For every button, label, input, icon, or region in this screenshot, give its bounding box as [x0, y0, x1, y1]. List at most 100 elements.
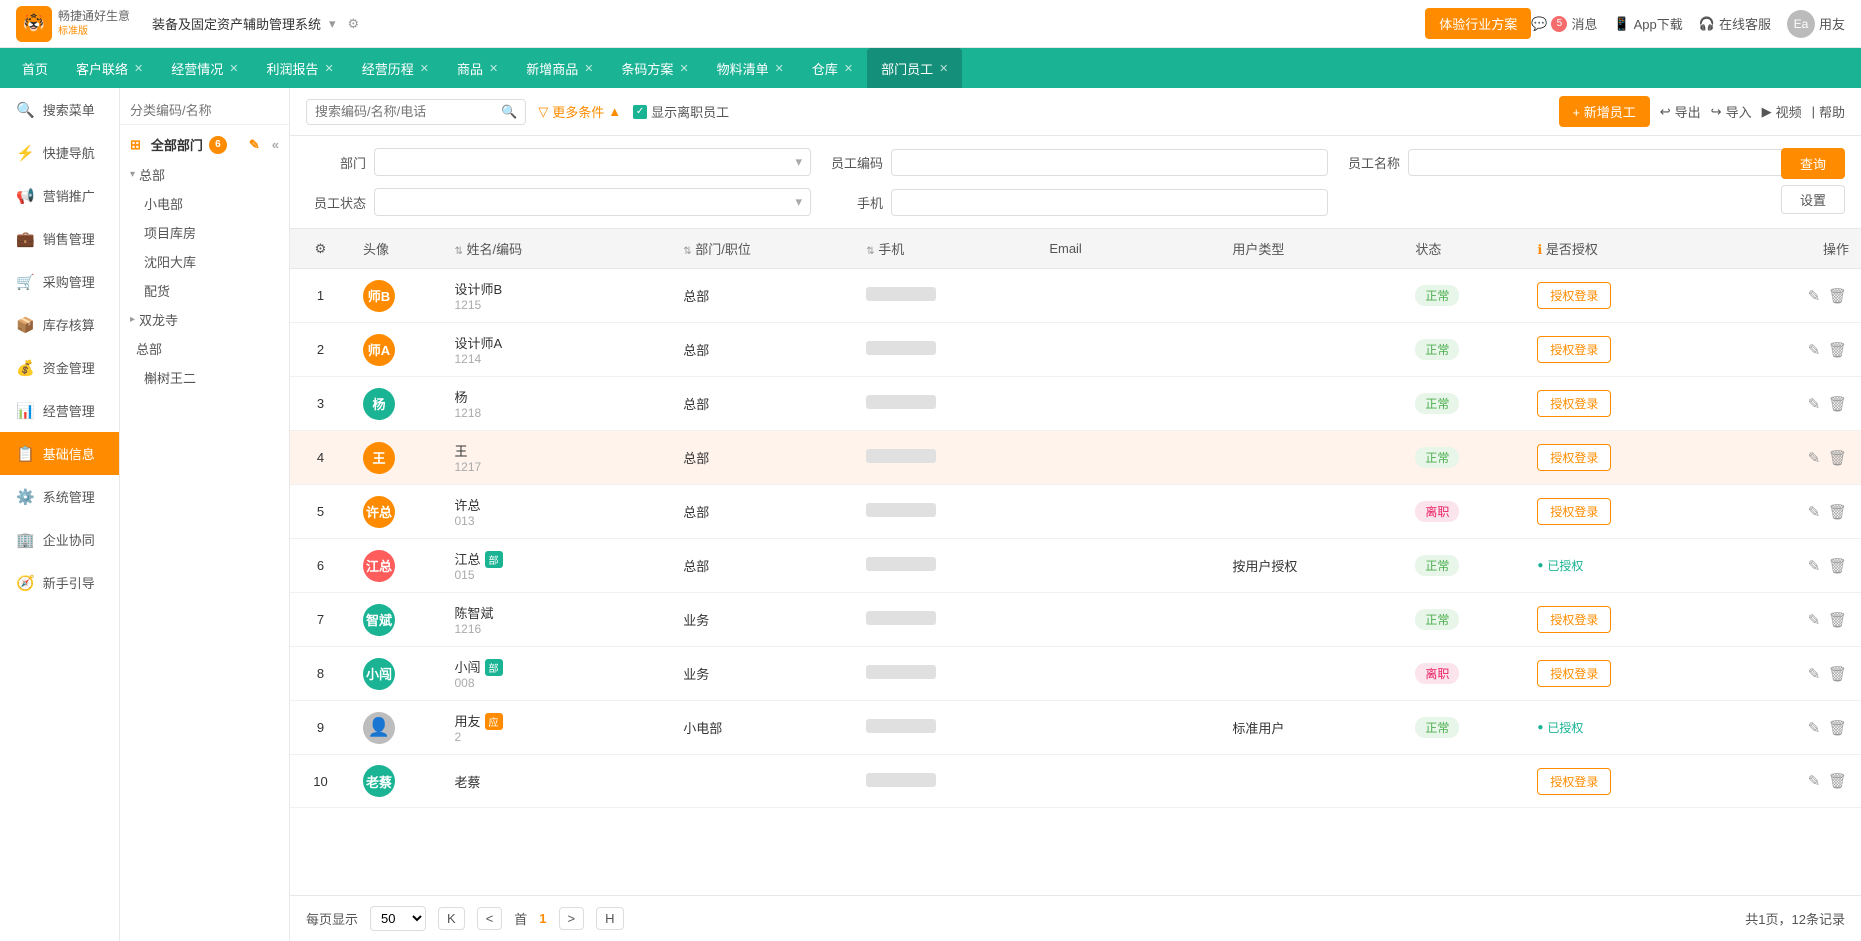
tab-addgoods[interactable]: 新增商品 ✕: [512, 48, 607, 88]
tab-addgoods-close[interactable]: ✕: [584, 62, 593, 75]
tab-process-close[interactable]: ✕: [420, 62, 429, 75]
sidebar-item-shortcut[interactable]: ⚡ 快捷导航: [0, 131, 119, 174]
tree-collapse-icon[interactable]: «: [272, 137, 279, 152]
tab-profit[interactable]: 利润报告 ✕: [252, 48, 347, 88]
delete-btn[interactable]: 🗑: [1828, 772, 1847, 790]
tree-node-shuanglongsi[interactable]: ▸ 双龙寺: [120, 305, 289, 334]
auth-login-btn[interactable]: 授权登录: [1537, 660, 1611, 687]
first-page-btn[interactable]: K: [438, 907, 465, 930]
delete-btn[interactable]: 🗑: [1828, 557, 1847, 575]
last-page-btn[interactable]: H: [596, 907, 623, 930]
tab-economy-close[interactable]: ✕: [229, 62, 238, 75]
edit-btn[interactable]: ✎: [1808, 287, 1821, 305]
tab-material[interactable]: 物料清单 ✕: [703, 48, 798, 88]
tree-child-peihuo[interactable]: 配货: [120, 276, 289, 305]
delete-btn[interactable]: 🗑: [1828, 719, 1847, 737]
col-dept[interactable]: ⇅ 部门/职位: [671, 229, 854, 269]
dept-select[interactable]: ▾: [374, 148, 811, 176]
tab-barcode-close[interactable]: ✕: [679, 62, 688, 75]
edit-btn[interactable]: ✎: [1808, 449, 1821, 467]
per-page-select[interactable]: 50 20 100: [370, 906, 426, 931]
help-btn[interactable]: | 帮助: [1812, 102, 1845, 121]
edit-btn[interactable]: ✎: [1808, 611, 1821, 629]
phone-input[interactable]: [891, 189, 1328, 216]
delete-btn[interactable]: 🗑: [1828, 341, 1847, 359]
tab-barcode[interactable]: 条码方案 ✕: [607, 48, 702, 88]
auth-login-btn[interactable]: 授权登录: [1537, 768, 1611, 795]
tab-customer-close[interactable]: ✕: [134, 62, 143, 75]
sidebar-item-stock[interactable]: 📦 库存核算: [0, 303, 119, 346]
edit-btn[interactable]: ✎: [1808, 557, 1821, 575]
tree-edit-icon[interactable]: ✎: [249, 137, 260, 153]
tab-goods[interactable]: 商品 ✕: [443, 48, 512, 88]
auth-login-btn[interactable]: 授权登录: [1537, 498, 1611, 525]
auth-login-btn[interactable]: 授权登录: [1537, 390, 1611, 417]
edit-btn[interactable]: ✎: [1808, 503, 1821, 521]
service-action[interactable]: 🎧 在线客服: [1699, 14, 1771, 33]
next-page-btn[interactable]: >: [559, 907, 585, 930]
sidebar-item-operation[interactable]: 📊 经营管理: [0, 389, 119, 432]
auth-login-btn[interactable]: 授权登录: [1537, 444, 1611, 471]
tree-child-buguwanger[interactable]: 槲树王二: [120, 363, 289, 392]
status-select[interactable]: ▾: [374, 188, 811, 216]
delete-btn[interactable]: 🗑: [1828, 503, 1847, 521]
tree-child-project[interactable]: 项目库房: [120, 218, 289, 247]
auth-login-btn[interactable]: 授权登录: [1537, 336, 1611, 363]
sidebar-item-marketing[interactable]: 📢 营销推广: [0, 174, 119, 217]
tab-economy[interactable]: 经营情况 ✕: [157, 48, 252, 88]
sidebar-item-guide[interactable]: 🧭 新手引导: [0, 561, 119, 604]
search-input[interactable]: [315, 104, 495, 119]
edit-btn[interactable]: ✎: [1808, 719, 1821, 737]
delete-btn[interactable]: 🗑: [1828, 287, 1847, 305]
tree-node-zongbu[interactable]: 总部: [120, 334, 289, 363]
system-dropdown-icon[interactable]: ▾: [329, 16, 336, 32]
tree-search-input[interactable]: [130, 103, 290, 118]
edit-btn[interactable]: ✎: [1808, 341, 1821, 359]
name-input[interactable]: [1408, 149, 1845, 176]
import-btn[interactable]: ↪ 导入: [1711, 102, 1752, 121]
more-conditions-btn[interactable]: ▽ 更多条件 ▲: [538, 102, 621, 121]
delete-btn[interactable]: 🗑: [1828, 665, 1847, 683]
sidebar-item-system[interactable]: ⚙️ 系统管理: [0, 475, 119, 518]
col-setting[interactable]: ⚙: [290, 229, 351, 269]
sidebar-item-finance[interactable]: 💰 资金管理: [0, 346, 119, 389]
tree-child-xiaodian[interactable]: 小电部: [120, 189, 289, 218]
tree-child-shenyang[interactable]: 沈阳大库: [120, 247, 289, 276]
col-phone[interactable]: ⇅ 手机: [854, 229, 1037, 269]
sidebar-item-enterprise[interactable]: 🏢 企业协同: [0, 518, 119, 561]
message-action[interactable]: 💬 5 消息: [1531, 14, 1597, 33]
tab-staff-close[interactable]: ✕: [939, 62, 948, 75]
delete-btn[interactable]: 🗑: [1828, 449, 1847, 467]
add-employee-button[interactable]: + 新增员工: [1559, 96, 1650, 127]
show-resign-toggle[interactable]: ✓ 显示离职员工: [633, 102, 729, 121]
prev-page-btn[interactable]: <: [477, 907, 503, 930]
tab-material-close[interactable]: ✕: [775, 62, 784, 75]
tab-warehouse[interactable]: 仓库 ✕: [798, 48, 867, 88]
auth-info-icon[interactable]: ℹ: [1537, 242, 1542, 257]
view-btn[interactable]: ▶ 视频: [1762, 102, 1802, 121]
set-button[interactable]: 设置: [1781, 185, 1845, 214]
tree-node-headquarters-parent[interactable]: ▾ 总部: [120, 160, 289, 189]
trial-button[interactable]: 体验行业方案: [1425, 8, 1531, 39]
edit-btn[interactable]: ✎: [1808, 395, 1821, 413]
export-btn[interactable]: ↩ 导出: [1660, 102, 1701, 121]
tab-home[interactable]: 首页: [8, 48, 62, 88]
code-input[interactable]: [891, 149, 1328, 176]
user-action[interactable]: Ea 用友: [1787, 10, 1845, 38]
auth-login-btn[interactable]: 授权登录: [1537, 282, 1611, 309]
settings-icon[interactable]: ⚙: [348, 16, 360, 32]
edit-btn[interactable]: ✎: [1808, 772, 1821, 790]
download-action[interactable]: 📱 App下载: [1613, 14, 1682, 33]
tab-customer[interactable]: 客户联络 ✕: [62, 48, 157, 88]
sidebar-item-basic[interactable]: 📋 基础信息: [0, 432, 119, 475]
delete-btn[interactable]: 🗑: [1828, 611, 1847, 629]
sidebar-item-search[interactable]: 🔍 搜索菜单: [0, 88, 119, 131]
sidebar-item-purchase[interactable]: 🛒 采购管理: [0, 260, 119, 303]
col-name[interactable]: ⇅ 姓名/编码: [443, 229, 672, 269]
auth-login-btn[interactable]: 授权登录: [1537, 606, 1611, 633]
search-submit-icon[interactable]: 🔍: [501, 104, 517, 120]
delete-btn[interactable]: 🗑: [1828, 395, 1847, 413]
edit-btn[interactable]: ✎: [1808, 665, 1821, 683]
tab-process[interactable]: 经营历程 ✕: [348, 48, 443, 88]
query-button[interactable]: 查询: [1781, 148, 1845, 179]
